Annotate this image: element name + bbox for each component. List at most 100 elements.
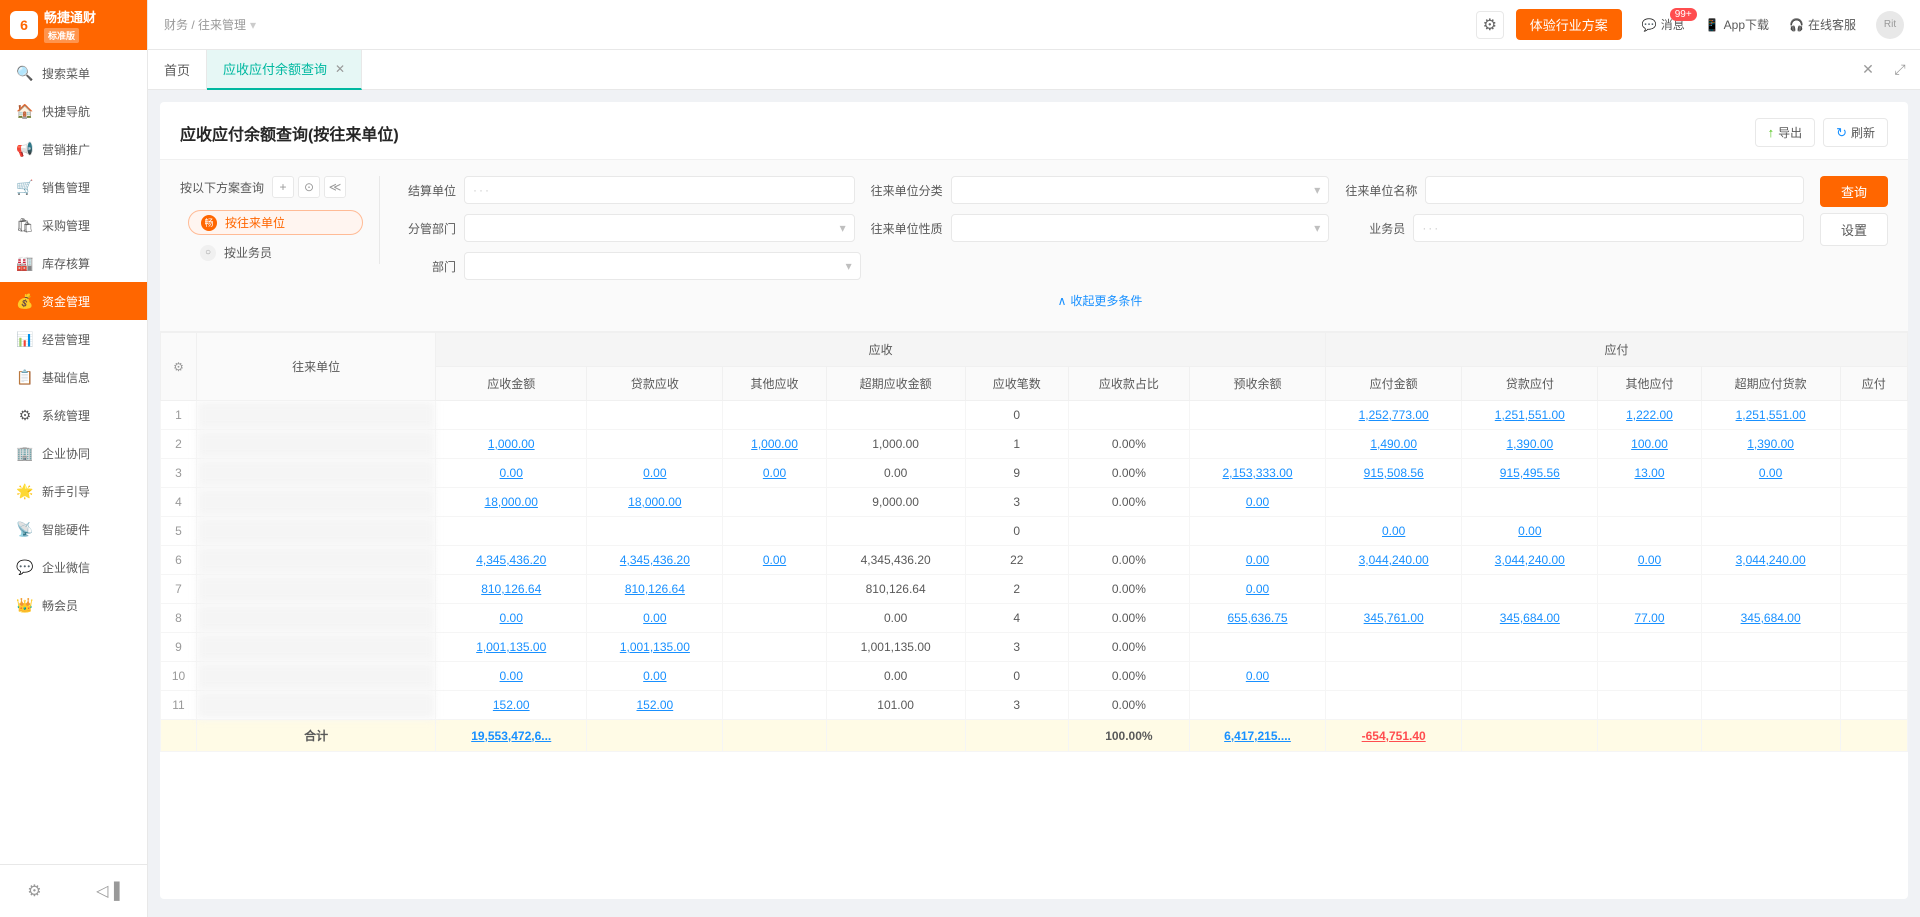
sidebar-footer: ⚙ ◁▐ (0, 864, 147, 917)
sidebar-item-hardware[interactable]: 📡智能硬件 (0, 510, 147, 548)
header-gear-btn[interactable]: ⚙ (1476, 11, 1504, 39)
sidebar-item-wechat[interactable]: 💬企业微信 (0, 548, 147, 586)
th-yingfu-group: 应付 (1326, 333, 1908, 367)
filter-field-salesperson: 业务员 ··· (1345, 214, 1804, 242)
total-row: 合计 19,553,472,6... 100.00% 6,417,215....… (161, 720, 1908, 752)
th-settings: ⚙ (161, 333, 197, 401)
unit-category-input[interactable]: ▾ (951, 176, 1330, 204)
main-content: 应收应付余额查询(按往来单位) ↑ 导出 ↻ 刷新 按以下方案查询 (148, 90, 1920, 917)
app-download-btn[interactable]: 📱 App下载 (1705, 16, 1769, 33)
unit-name-cell (197, 488, 436, 517)
sidebar-item-finance[interactable]: 💰资金管理 (0, 282, 147, 320)
tab-query[interactable]: 应收应付余额查询 ✕ (207, 50, 362, 90)
table-row: 3 0.00 0.00 0.00 0.00 9 0.00% 2,153,333.… (161, 459, 1908, 488)
scheme-icon: 畅 (201, 215, 217, 231)
user-avatar-btn[interactable]: Rit (1876, 11, 1904, 39)
table-settings-icon[interactable]: ⚙ (173, 360, 184, 374)
tab-close-window-btn[interactable]: ✕ (1856, 58, 1880, 82)
export-button[interactable]: ↑ 导出 (1755, 118, 1816, 147)
solution-button[interactable]: 体验行业方案 (1516, 9, 1622, 40)
setting-button[interactable]: 设置 (1820, 213, 1888, 246)
filter-field-unit-nature: 往来单位性质 ▾ (871, 214, 1330, 242)
sidebar-settings-btn[interactable]: ⚙ (21, 875, 47, 907)
filter-collapse-btn[interactable]: ∧ 收起更多条件 (396, 286, 1804, 315)
logo-text: 畅捷通财 标准版 (44, 7, 96, 43)
filter-edit-btn[interactable]: ⊙ (298, 176, 320, 198)
department-input[interactable]: ▾ (464, 252, 861, 280)
sidebar-item-system[interactable]: ⚙系统管理 (0, 396, 147, 434)
table-row: 5 0 0.00 0.00 (161, 517, 1908, 546)
filter-area: 按以下方案查询 + ⊙ ≪ 畅 按往来单位 ○ (160, 160, 1908, 332)
salesperson-input[interactable]: ··· (1413, 214, 1804, 242)
sidebar-item-search[interactable]: 🔍搜索菜单 (0, 54, 147, 92)
unit-name-cell (197, 633, 436, 662)
page-header: 应收应付余额查询(按往来单位) ↑ 导出 ↻ 刷新 (160, 102, 1908, 160)
query-button[interactable]: 查询 (1820, 176, 1888, 207)
table-row: 4 18,000.00 18,000.00 9,000.00 3 0.00% 0… (161, 488, 1908, 517)
total-label: 合计 (197, 720, 436, 752)
sidebar-item-guide[interactable]: 🌟新手引导 (0, 472, 147, 510)
ops-icon: 📊 (16, 330, 34, 348)
table-row: 1 0 1,252,773.00 1,251,551.00 1,222.00 1… (161, 401, 1908, 430)
table-row: 8 0.00 0.00 0.00 4 0.00% 655,636.75 345,… (161, 604, 1908, 633)
sidebar-item-member[interactable]: 👑畅会员 (0, 586, 147, 624)
sidebar-item-basic[interactable]: 📋基础信息 (0, 358, 147, 396)
unit-name-input[interactable] (1425, 176, 1804, 204)
collapse-up-icon: ∧ (1058, 294, 1067, 308)
unit-nature-input[interactable]: ▾ (951, 214, 1330, 242)
sidebar-item-purchase[interactable]: 🛍采购管理 (0, 206, 147, 244)
dropdown-arrow-icon: ▾ (1314, 183, 1320, 197)
total-yf-je[interactable]: -654,751.40 (1326, 720, 1462, 752)
total-yushou[interactable]: 6,417,215.... (1189, 720, 1325, 752)
page-header-actions: ↑ 导出 ↻ 刷新 (1755, 118, 1888, 147)
page-title: 应收应付余额查询(按往来单位) (180, 121, 399, 145)
scheme-sales-btn[interactable]: ○ 按业务员 (188, 241, 363, 264)
filter-more-btn[interactable]: ≪ (324, 176, 346, 198)
filter-field-department: 部门 ▾ (396, 252, 861, 280)
sales-icon: 🛒 (16, 178, 34, 196)
header-chevron-icon: ▾ (250, 18, 256, 32)
unit-name-cell (197, 459, 436, 488)
dept-input[interactable]: ▾ (464, 214, 855, 242)
sidebar-item-ops[interactable]: 📊经营管理 (0, 320, 147, 358)
th-yf-more: 应付 (1840, 367, 1907, 401)
total-ys-je[interactable]: 19,553,472,6... (436, 720, 587, 752)
sidebar-item-marketing[interactable]: 📢营销推广 (0, 130, 147, 168)
online-service-icon: 🎧 (1789, 18, 1804, 32)
dept-arrow-icon: ▾ (840, 221, 846, 235)
th-unit: 往来单位 (197, 333, 436, 401)
marketing-icon: 📢 (16, 140, 34, 158)
message-btn[interactable]: 💬 消息 99+ (1642, 16, 1685, 33)
online-service-btn[interactable]: 🎧 在线客服 (1789, 16, 1856, 33)
tab-close-btn[interactable]: ✕ (335, 62, 345, 76)
filter-field-unit-name: 往来单位名称 (1345, 176, 1804, 204)
settlement-unit-input[interactable]: ··· (464, 176, 855, 204)
table-row: 7 810,126.64 810,126.64 810,126.64 2 0.0… (161, 575, 1908, 604)
header-breadcrumb: 财务 / 往来管理 ▾ (164, 16, 1476, 33)
app-download-icon: 📱 (1705, 18, 1720, 32)
purchase-icon: 🛍 (16, 216, 34, 234)
table-row: 9 1,001,135.00 1,001,135.00 1,001,135.00… (161, 633, 1908, 662)
tab-maximize-btn[interactable]: ⤢ (1888, 58, 1912, 82)
scheme-unit-btn[interactable]: 畅 按往来单位 (188, 210, 363, 235)
filter-add-btn[interactable]: + (272, 176, 294, 198)
sidebar-item-inventory[interactable]: 🏭库存核算 (0, 244, 147, 282)
header-right: 💬 消息 99+ 📱 App下载 🎧 在线客服 Rit (1642, 11, 1904, 39)
sidebar-collapse-btn[interactable]: ◁▐ (90, 875, 126, 907)
table-row: 2 1,000.00 1,000.00 1,000.00 1 0.00% 1,4… (161, 430, 1908, 459)
department-arrow-icon: ▾ (846, 259, 852, 273)
avatar: Rit (1876, 11, 1904, 39)
sidebar-item-sales[interactable]: 🛒销售管理 (0, 168, 147, 206)
table-container: ⚙ 往来单位 应收 应付 应收金额 贷款应收 其他应收 超期应收金额 应收笔数 … (160, 332, 1908, 752)
header-path: 财务 / 往来管理 ▾ (164, 16, 256, 33)
refresh-button[interactable]: ↻ 刷新 (1823, 118, 1888, 147)
sidebar-logo: 6 畅捷通财 标准版 (0, 0, 147, 50)
sidebar-item-quicknav[interactable]: 🏠快捷导航 (0, 92, 147, 130)
table-row: 11 152.00 152.00 101.00 3 0.00% (161, 691, 1908, 720)
quicknav-icon: 🏠 (16, 102, 34, 120)
sidebar-item-corp[interactable]: 🏢企业协同 (0, 434, 147, 472)
data-table: ⚙ 往来单位 应收 应付 应收金额 贷款应收 其他应收 超期应收金额 应收笔数 … (160, 332, 1908, 752)
export-icon: ↑ (1768, 125, 1775, 140)
unit-name-cell (197, 662, 436, 691)
tab-home[interactable]: 首页 (148, 50, 207, 90)
